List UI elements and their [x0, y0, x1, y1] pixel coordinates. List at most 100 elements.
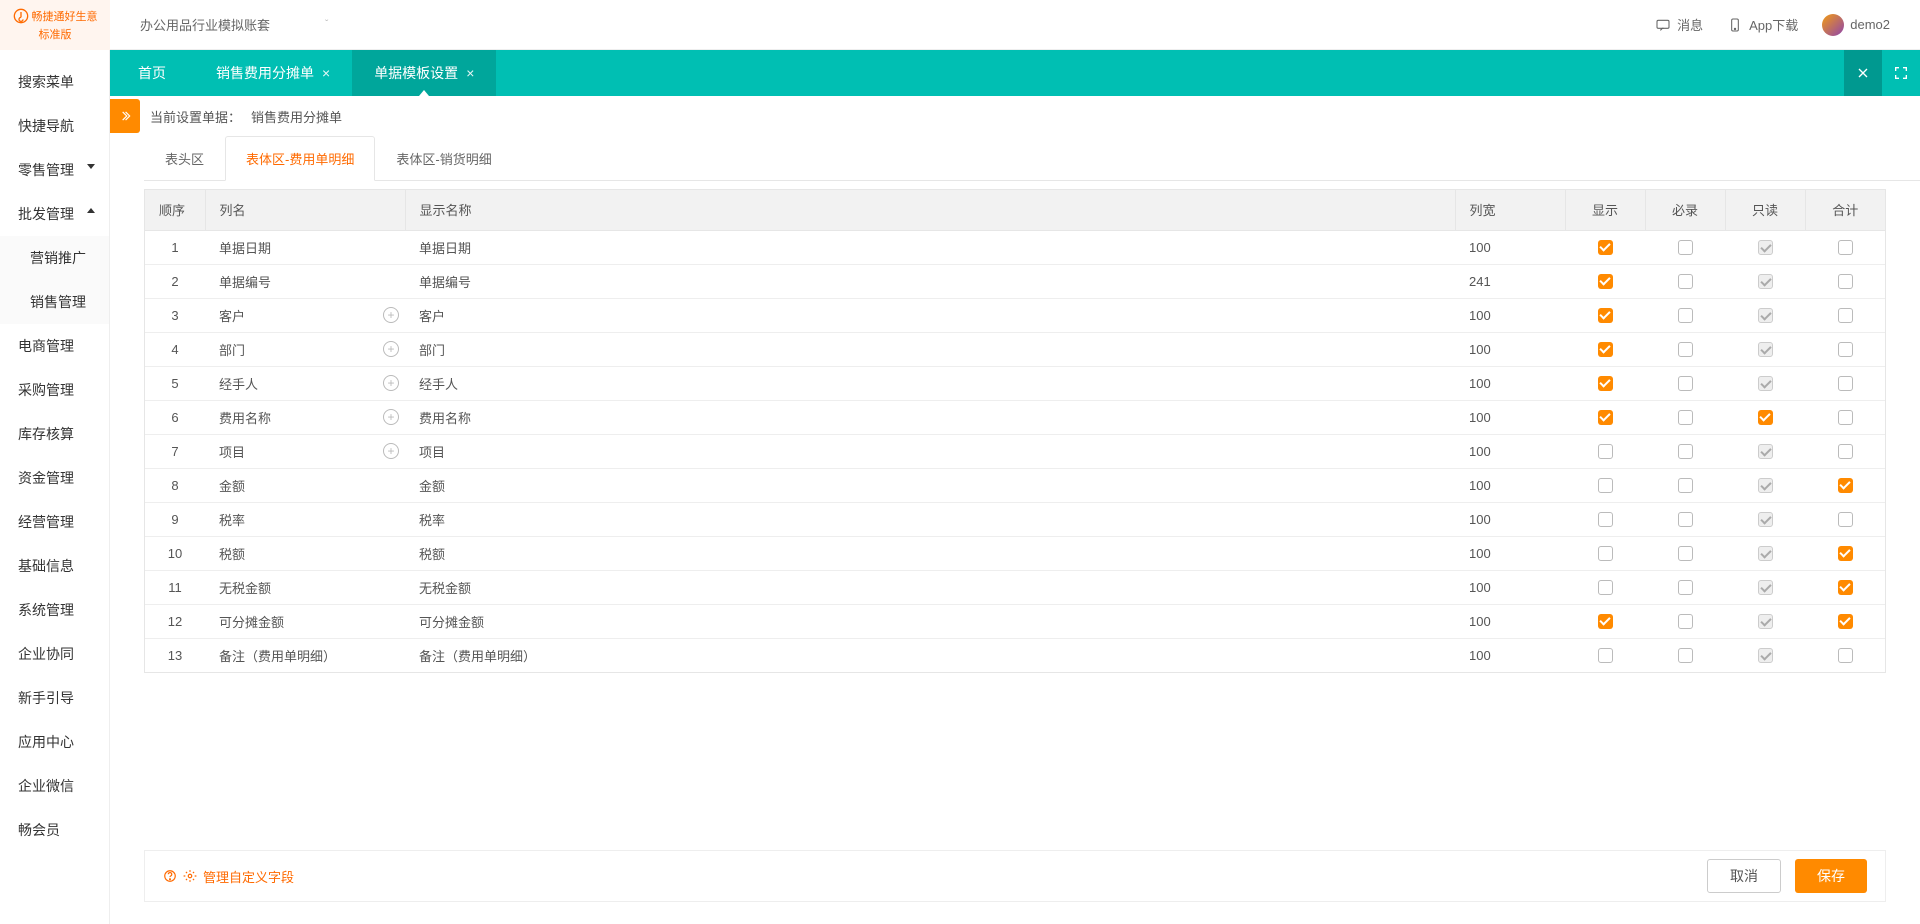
checkbox[interactable] [1598, 478, 1613, 493]
fullscreen-button[interactable] [1882, 50, 1920, 96]
logo[interactable]: 畅捷通好生意 标准版 [0, 0, 110, 50]
checkbox[interactable] [1598, 546, 1613, 561]
checkbox[interactable] [1598, 308, 1613, 323]
checkbox[interactable] [1758, 274, 1773, 289]
cell-width[interactable]: 100 [1455, 332, 1565, 366]
checkbox[interactable] [1678, 342, 1693, 357]
checkbox[interactable] [1838, 308, 1853, 323]
checkbox[interactable] [1678, 410, 1693, 425]
cell-width[interactable]: 100 [1455, 298, 1565, 332]
checkbox[interactable] [1838, 274, 1853, 289]
cell-width[interactable]: 100 [1455, 400, 1565, 434]
cell-display[interactable]: 无税金额 [405, 570, 1455, 604]
cell-display[interactable]: 金额 [405, 468, 1455, 502]
checkbox[interactable] [1678, 546, 1693, 561]
close-icon[interactable]: × [466, 65, 474, 81]
messages-button[interactable]: 消息 [1655, 15, 1703, 34]
manage-custom-fields-link[interactable]: 管理自定义字段 [163, 867, 294, 886]
cell-width[interactable]: 100 [1455, 536, 1565, 570]
cell-display[interactable]: 单据编号 [405, 264, 1455, 298]
sidebar-item-13[interactable]: 企业协同 [0, 632, 109, 676]
user-menu[interactable]: demo2 [1822, 14, 1890, 36]
checkbox[interactable] [1678, 512, 1693, 527]
plus-icon[interactable]: + [383, 409, 399, 425]
sidebar-item-1[interactable]: 快捷导航 [0, 104, 109, 148]
checkbox[interactable] [1678, 444, 1693, 459]
checkbox[interactable] [1838, 342, 1853, 357]
cell-width[interactable]: 100 [1455, 570, 1565, 604]
close-all-tabs-button[interactable] [1844, 50, 1882, 96]
cell-width[interactable]: 100 [1455, 468, 1565, 502]
sidebar-item-17[interactable]: 畅会员 [0, 808, 109, 852]
checkbox[interactable] [1678, 376, 1693, 391]
cell-display[interactable]: 费用名称 [405, 400, 1455, 434]
sidebar-item-9[interactable]: 资金管理 [0, 456, 109, 500]
checkbox[interactable] [1678, 274, 1693, 289]
subtab-2[interactable]: 表体区-销货明细 [375, 136, 512, 181]
cell-width[interactable]: 100 [1455, 434, 1565, 468]
checkbox[interactable] [1838, 512, 1853, 527]
collapse-panel-button[interactable] [110, 99, 140, 133]
checkbox[interactable] [1598, 240, 1613, 255]
sidebar-item-15[interactable]: 应用中心 [0, 720, 109, 764]
cell-display[interactable]: 单据日期 [405, 230, 1455, 264]
checkbox[interactable] [1838, 648, 1853, 663]
cell-width[interactable]: 241 [1455, 264, 1565, 298]
close-icon[interactable]: × [322, 65, 330, 81]
checkbox[interactable] [1758, 444, 1773, 459]
checkbox[interactable] [1598, 648, 1613, 663]
checkbox[interactable] [1838, 546, 1853, 561]
checkbox[interactable] [1838, 614, 1853, 629]
sidebar-item-0[interactable]: 搜索菜单 [0, 60, 109, 104]
tab-0[interactable]: 首页 [110, 50, 194, 96]
cell-width[interactable]: 100 [1455, 604, 1565, 638]
save-button[interactable]: 保存 [1795, 859, 1867, 893]
checkbox[interactable] [1758, 648, 1773, 663]
checkbox[interactable] [1758, 308, 1773, 323]
checkbox[interactable] [1758, 478, 1773, 493]
checkbox[interactable] [1838, 478, 1853, 493]
sidebar-item-8[interactable]: 库存核算 [0, 412, 109, 456]
sidebar-item-4[interactable]: 营销推广 [0, 236, 109, 280]
checkbox[interactable] [1758, 410, 1773, 425]
checkbox[interactable] [1838, 444, 1853, 459]
cancel-button[interactable]: 取消 [1707, 859, 1781, 893]
sidebar-item-14[interactable]: 新手引导 [0, 676, 109, 720]
sidebar-item-7[interactable]: 采购管理 [0, 368, 109, 412]
checkbox[interactable] [1598, 580, 1613, 595]
cell-display[interactable]: 税率 [405, 502, 1455, 536]
checkbox[interactable] [1838, 376, 1853, 391]
app-download-button[interactable]: App下载 [1727, 15, 1798, 34]
plus-icon[interactable]: + [383, 443, 399, 459]
cell-display[interactable]: 税额 [405, 536, 1455, 570]
tab-2[interactable]: 单据模板设置× [352, 50, 496, 96]
cell-width[interactable]: 100 [1455, 638, 1565, 672]
checkbox[interactable] [1678, 308, 1693, 323]
plus-icon[interactable]: + [383, 341, 399, 357]
cell-display[interactable]: 客户 [405, 298, 1455, 332]
checkbox[interactable] [1678, 648, 1693, 663]
cell-display[interactable]: 部门 [405, 332, 1455, 366]
cell-width[interactable]: 100 [1455, 366, 1565, 400]
subtab-1[interactable]: 表体区-费用单明细 [225, 136, 375, 181]
checkbox[interactable] [1838, 410, 1853, 425]
cell-display[interactable]: 备注（费用单明细） [405, 638, 1455, 672]
checkbox[interactable] [1758, 376, 1773, 391]
checkbox[interactable] [1678, 614, 1693, 629]
checkbox[interactable] [1838, 240, 1853, 255]
cell-display[interactable]: 项目 [405, 434, 1455, 468]
subtab-0[interactable]: 表头区 [144, 136, 225, 181]
checkbox[interactable] [1758, 512, 1773, 527]
cell-width[interactable]: 100 [1455, 502, 1565, 536]
plus-icon[interactable]: + [383, 307, 399, 323]
checkbox[interactable] [1598, 376, 1613, 391]
tab-1[interactable]: 销售费用分摊单× [194, 50, 352, 96]
cell-width[interactable]: 100 [1455, 230, 1565, 264]
checkbox[interactable] [1758, 614, 1773, 629]
checkbox[interactable] [1758, 580, 1773, 595]
sidebar-item-2[interactable]: 零售管理 [0, 148, 109, 192]
checkbox[interactable] [1598, 410, 1613, 425]
checkbox[interactable] [1758, 342, 1773, 357]
checkbox[interactable] [1678, 478, 1693, 493]
checkbox[interactable] [1678, 580, 1693, 595]
